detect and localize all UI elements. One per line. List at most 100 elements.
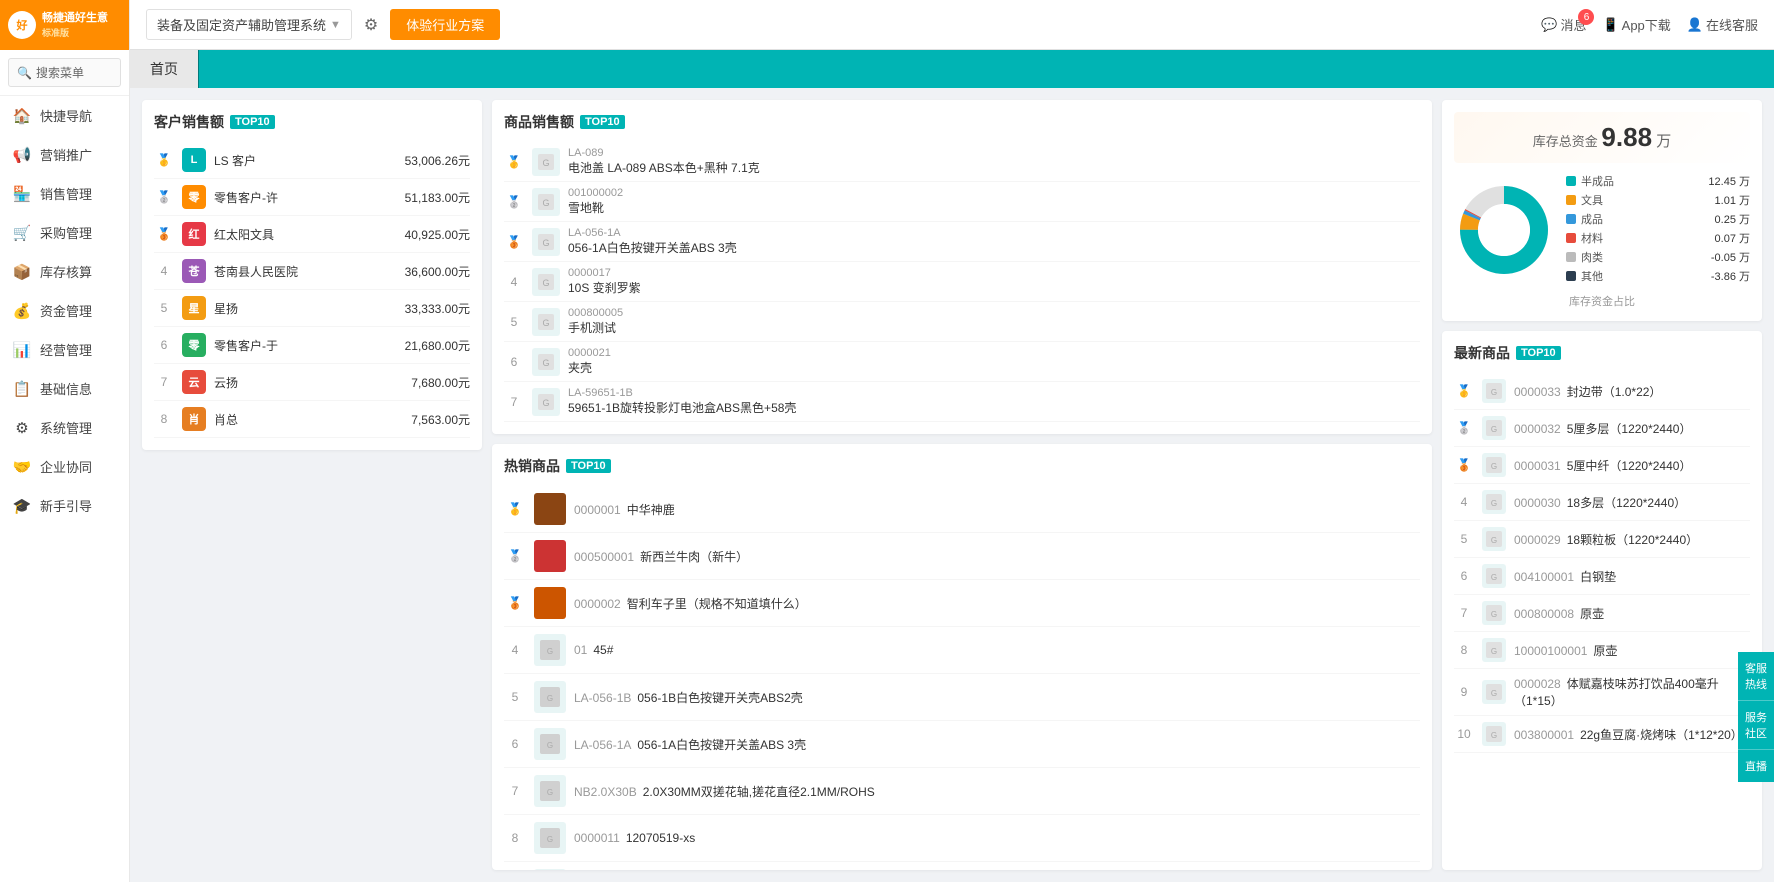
new-products-list: 🥇 G 0000033封边带（1.0*22） 🥈 G 00000325厘多层（1… bbox=[1454, 373, 1750, 753]
rank-avatar: 零 bbox=[182, 185, 206, 209]
svg-text:G: G bbox=[547, 741, 553, 750]
rank-number: 7 bbox=[154, 375, 174, 389]
sidebar-item-finance[interactable]: 💰 资金管理 bbox=[0, 291, 129, 330]
base-icon: 📋 bbox=[12, 380, 32, 398]
customer-rank-title: 客户销售额 TOP10 bbox=[154, 112, 470, 132]
app-download-button[interactable]: 📱 App下载 bbox=[1602, 15, 1670, 34]
tab-bar: 首页 bbox=[130, 50, 1774, 88]
legend-label: 文具 bbox=[1581, 192, 1710, 208]
sidebar-item-base[interactable]: 📋 基础信息 bbox=[0, 369, 129, 408]
new-products-title: 最新商品 TOP10 bbox=[1454, 343, 1750, 363]
svg-text:G: G bbox=[547, 835, 553, 844]
product-sales-rank-title: 商品销售额 TOP10 bbox=[504, 112, 1420, 132]
new-rank-num: 🥈 bbox=[1454, 421, 1474, 435]
legend-item: 半成品 12.45 万 bbox=[1566, 173, 1750, 189]
svg-text:G: G bbox=[1491, 388, 1497, 397]
legend-label: 肉类 bbox=[1581, 249, 1706, 265]
float-btn-live[interactable]: 直播 bbox=[1738, 750, 1774, 782]
sidebar-search: 🔍 搜索菜单 bbox=[0, 50, 129, 96]
svg-text:G: G bbox=[542, 198, 549, 208]
rank-avatar: 红 bbox=[182, 222, 206, 246]
legend-item: 其他 -3.86 万 bbox=[1566, 268, 1750, 284]
new-rank-num: 8 bbox=[1454, 643, 1474, 657]
product-info: 0000021 夹壳 bbox=[568, 347, 1420, 376]
tab-home[interactable]: 首页 bbox=[130, 50, 199, 88]
sidebar-item-system[interactable]: ⚙ 系统管理 bbox=[0, 408, 129, 447]
product-row: 5 G 000800005 手机测试 bbox=[504, 302, 1420, 342]
new-product-img: G bbox=[1482, 490, 1506, 514]
sidebar-item-guide[interactable]: 🎓 新手引导 bbox=[0, 486, 129, 525]
product-row: 🥇 G LA-089 电池盖 LA-089 ABS本色+黑种 7.1克 bbox=[504, 142, 1420, 182]
legend-item: 肉类 -0.05 万 bbox=[1566, 249, 1750, 265]
product-img: G bbox=[532, 348, 560, 376]
content-area: 客户销售额 TOP10 🥇 L LS 客户 53,006.26元 🥈 零 零售客… bbox=[130, 88, 1774, 882]
product-img: G bbox=[532, 308, 560, 336]
sidebar-item-marketing[interactable]: 📢 营销推广 bbox=[0, 135, 129, 174]
sidebar-item-sales[interactable]: 🏪 销售管理 bbox=[0, 174, 129, 213]
marketing-icon: 📢 bbox=[12, 146, 32, 164]
new-product-img: G bbox=[1482, 564, 1506, 588]
service-icon: 👤 bbox=[1687, 17, 1703, 33]
rank-number: 4 bbox=[154, 264, 174, 278]
guide-icon: 🎓 bbox=[12, 497, 32, 515]
new-product-img: G bbox=[1482, 722, 1506, 746]
legend-value: 1.01 万 bbox=[1715, 192, 1750, 208]
new-products-card: 最新商品 TOP10 🥇 G 0000033封边带（1.0*22） 🥈 G 00… bbox=[1442, 331, 1762, 870]
float-buttons: 客服 热线 服务 社区 直播 bbox=[1738, 652, 1774, 782]
legend-item: 材料 0.07 万 bbox=[1566, 230, 1750, 246]
operations-icon: 📊 bbox=[12, 341, 32, 359]
sidebar-nav: 🏠 快捷导航 📢 营销推广 🏪 销售管理 🛒 采购管理 📦 库存核算 💰 资金管… bbox=[0, 96, 129, 882]
hot-product-img bbox=[534, 493, 566, 525]
legend-dot bbox=[1566, 195, 1576, 205]
new-product-row: 🥈 G 00000325厘多层（1220*2440） bbox=[1454, 410, 1750, 447]
hot-rank-num: 🥈 bbox=[504, 549, 526, 563]
online-service-button[interactable]: 👤 在线客服 bbox=[1687, 15, 1758, 34]
product-rank-num: 4 bbox=[504, 275, 524, 289]
inventory-unit: 万 bbox=[1652, 133, 1671, 150]
sidebar-item-collab[interactable]: 🤝 企业协同 bbox=[0, 447, 129, 486]
hot-product-name: 0000001中华神鹿 bbox=[574, 501, 1420, 518]
rank-number: 8 bbox=[154, 412, 174, 426]
sidebar-item-purchase[interactable]: 🛒 采购管理 bbox=[0, 213, 129, 252]
svg-text:G: G bbox=[1491, 462, 1497, 471]
product-sales-rank-card: 商品销售额 TOP10 🥇 G LA-089 电池盖 LA-089 ABS本色+… bbox=[492, 100, 1432, 434]
trial-button[interactable]: 体验行业方案 bbox=[390, 9, 500, 40]
sidebar-item-inventory[interactable]: 📦 库存核算 bbox=[0, 252, 129, 291]
float-btn-service[interactable]: 客服 热线 bbox=[1738, 652, 1774, 701]
hot-rank-num: 🥇 bbox=[504, 502, 526, 516]
product-img: G bbox=[532, 268, 560, 296]
message-icon: 💬 bbox=[1541, 17, 1557, 33]
new-product-row: 🥉 G 00000315厘中纤（1220*2440） bbox=[1454, 447, 1750, 484]
sidebar-item-quick[interactable]: 🏠 快捷导航 bbox=[0, 96, 129, 135]
float-btn-community[interactable]: 服务 社区 bbox=[1738, 701, 1774, 750]
new-product-name: 000003018多层（1220*2440） bbox=[1514, 494, 1750, 511]
new-product-name: 0000033封边带（1.0*22） bbox=[1514, 383, 1750, 400]
sidebar-item-operations[interactable]: 📊 经营管理 bbox=[0, 330, 129, 369]
search-menu-button[interactable]: 🔍 搜索菜单 bbox=[8, 58, 121, 87]
product-row: 7 G LA-59651-1B 59651-1B旋转投影灯电池盒ABS黑色+58… bbox=[504, 382, 1420, 422]
legend-label: 成品 bbox=[1581, 211, 1710, 227]
new-product-row: 5 G 000002918颗粒板（1220*2440） bbox=[1454, 521, 1750, 558]
inventory-total: 库存总资金 9.88 万 bbox=[1454, 112, 1750, 163]
rank-name: 苍南县人民医院 bbox=[214, 263, 397, 280]
rank-number: 🥈 bbox=[154, 190, 174, 204]
mid-column: 商品销售额 TOP10 🥇 G LA-089 电池盖 LA-089 ABS本色+… bbox=[492, 100, 1432, 870]
hot-rank-num: 🥉 bbox=[504, 596, 526, 610]
settings-icon[interactable]: ⚙ bbox=[364, 15, 378, 35]
right-column: 库存总资金 9.88 万 bbox=[1442, 100, 1762, 870]
new-product-row: 6 G 004100001白钢垫 bbox=[1454, 558, 1750, 595]
svg-text:G: G bbox=[542, 358, 549, 368]
svg-text:G: G bbox=[542, 158, 549, 168]
rank-number: 🥇 bbox=[154, 153, 174, 167]
rank-number: 5 bbox=[154, 301, 174, 315]
customer-rank-card: 客户销售额 TOP10 🥇 L LS 客户 53,006.26元 🥈 零 零售客… bbox=[142, 100, 482, 450]
legend-dot bbox=[1566, 176, 1576, 186]
rank-name: LS 客户 bbox=[214, 152, 397, 169]
message-button[interactable]: 💬 消息 6 bbox=[1541, 15, 1586, 34]
hot-product-img: G bbox=[534, 634, 566, 666]
rank-row: 🥈 零 零售客户-许 51,183.00元 bbox=[154, 179, 470, 216]
svg-text:G: G bbox=[547, 788, 553, 797]
system-selector[interactable]: 装备及固定资产辅助管理系统 ▼ bbox=[146, 9, 352, 40]
hot-product-name: LA-056-1A056-1A白色按键开关盖ABS 3壳 bbox=[574, 736, 1420, 753]
product-info: 0000017 10S 变刹罗紫 bbox=[568, 267, 1420, 296]
